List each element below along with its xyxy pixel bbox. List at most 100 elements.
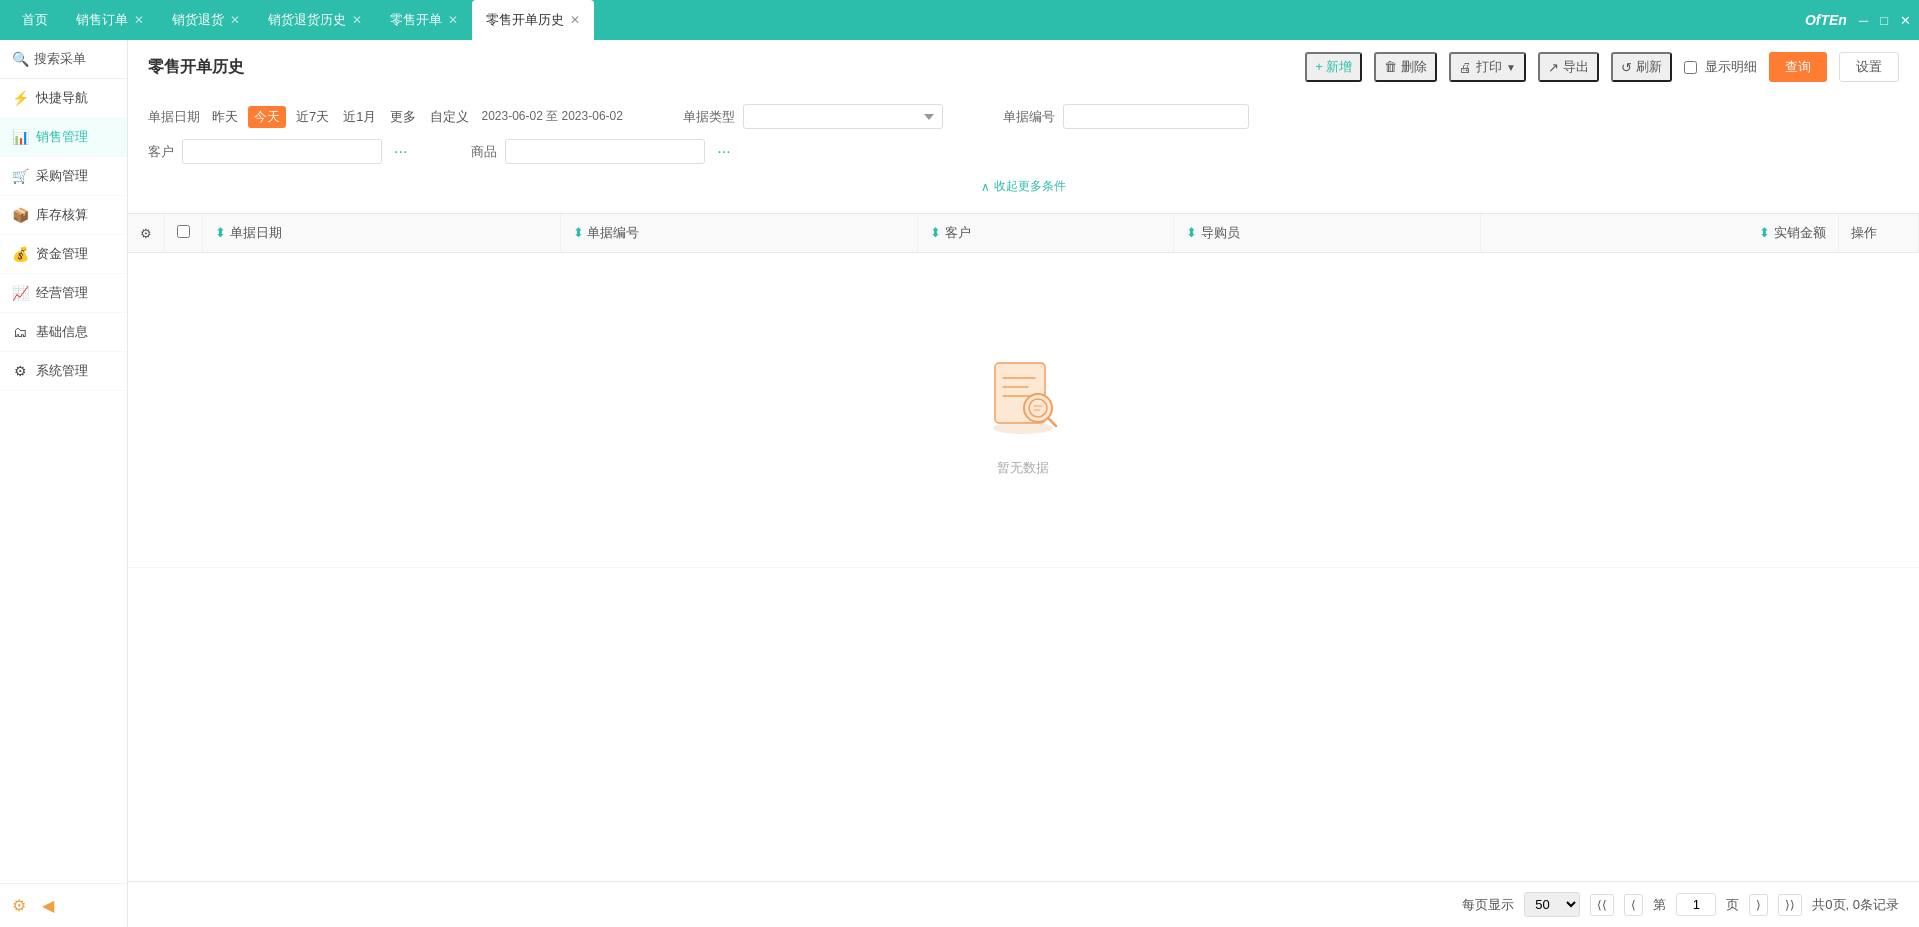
sidebar-item-sales-mgmt[interactable]: 📊 销售管理	[0, 118, 127, 157]
sidebar-search[interactable]: 🔍 搜索采单	[0, 40, 127, 79]
customer-filter-input[interactable]	[182, 139, 382, 164]
sidebar-item-business[interactable]: 📈 经营管理	[0, 274, 127, 313]
sidebar-item-basic-info[interactable]: 🗂 基础信息	[0, 313, 127, 352]
date-filter-label: 单据日期	[148, 108, 200, 126]
product-filter-label: 商品	[471, 143, 497, 161]
next-page-btn[interactable]: ⟩	[1749, 894, 1768, 916]
th-customer[interactable]: ⬍ 客户	[918, 214, 1174, 253]
th-ops-label: 操作	[1851, 225, 1877, 240]
sidebar-item-purchase-mgmt-label: 采购管理	[36, 167, 88, 185]
th-salesperson[interactable]: ⬍ 导购员	[1174, 214, 1481, 253]
date-filter-group: 单据日期 昨天 今天 近7天 近1月 更多 自定义 2023-06-02 至 2…	[148, 106, 623, 128]
tab-sales-order-close[interactable]: ✕	[134, 13, 144, 27]
close-btn[interactable]: ✕	[1900, 13, 1911, 28]
svg-point-0	[993, 422, 1053, 434]
number-filter-group: 单据编号	[1003, 104, 1249, 129]
tab-sales-order[interactable]: 销售订单 ✕	[62, 0, 158, 40]
page-label: 页	[1726, 896, 1739, 914]
number-filter-input[interactable]	[1063, 104, 1249, 129]
sidebar-item-purchase-mgmt[interactable]: 🛒 采购管理	[0, 157, 127, 196]
empty-row: 暂无数据	[128, 253, 1919, 568]
tab-retail-open-label: 零售开单	[390, 11, 442, 29]
date-opt-yesterday[interactable]: 昨天	[208, 106, 242, 128]
pagination-bar: 每页显示 50 10 20 100 ⟨⟨ ⟨ 第 页 ⟩ ⟩⟩ 共0页, 0条记…	[128, 881, 1919, 927]
table-header-row: ⚙ ⬍ 单据日期 ⬍ 单据编号	[128, 214, 1919, 253]
prev-page-btn[interactable]: ⟨	[1624, 894, 1643, 916]
th-date[interactable]: ⬍ 单据日期	[203, 214, 561, 253]
sidebar-item-sys-mgmt-label: 系统管理	[36, 362, 88, 380]
sidebar-settings-icon[interactable]: ⚙	[12, 896, 26, 915]
th-checkbox[interactable]	[165, 214, 203, 253]
print-button[interactable]: 🖨 打印 ▼	[1449, 52, 1526, 82]
tab-retail-open-history-close[interactable]: ✕	[570, 13, 580, 27]
th-amount-icon: ⬍	[1759, 225, 1770, 240]
delete-button[interactable]: 🗑 删除	[1374, 52, 1437, 82]
window-controls: OfTEn ─ □ ✕	[1805, 12, 1911, 28]
date-opt-more[interactable]: 更多	[386, 106, 420, 128]
display-detail-label: 显示明细	[1705, 58, 1757, 76]
sidebar-item-business-label: 经营管理	[36, 284, 88, 302]
maximize-btn[interactable]: □	[1880, 13, 1888, 28]
date-opt-7days[interactable]: 近7天	[292, 106, 333, 128]
tab-sales-return-history[interactable]: 销货退货历史 ✕	[254, 0, 376, 40]
column-settings-icon[interactable]: ⚙	[140, 226, 152, 241]
th-amount-label: 实销金额	[1774, 225, 1826, 240]
th-number[interactable]: ⬍ 单据编号	[560, 214, 918, 253]
date-options: 昨天 今天 近7天 近1月 更多 自定义	[208, 106, 473, 128]
sidebar-item-quick-nav[interactable]: ⚡ 快捷导航	[0, 79, 127, 118]
filter-settings-button[interactable]: 设置	[1839, 52, 1899, 82]
tab-sales-order-label: 销售订单	[76, 11, 128, 29]
tab-retail-open[interactable]: 零售开单 ✕	[376, 0, 472, 40]
new-button[interactable]: + 新增	[1305, 52, 1362, 82]
tab-retail-open-history-label: 零售开单历史	[486, 11, 564, 29]
page-number-input[interactable]	[1676, 893, 1716, 916]
th-number-label: 单据编号	[587, 225, 639, 240]
th-settings[interactable]: ⚙	[128, 214, 165, 253]
query-button[interactable]: 查询	[1769, 52, 1827, 82]
tab-sales-return-close[interactable]: ✕	[230, 13, 240, 27]
export-button[interactable]: ↗ 导出	[1538, 52, 1599, 82]
tab-sales-return[interactable]: 销货退货 ✕	[158, 0, 254, 40]
sidebar-item-sys-mgmt[interactable]: ⚙ 系统管理	[0, 352, 127, 391]
date-opt-today[interactable]: 今天	[248, 106, 286, 128]
export-label: 导出	[1563, 58, 1589, 76]
minimize-btn[interactable]: ─	[1859, 13, 1868, 28]
product-ellipsis-btn[interactable]: ···	[713, 143, 734, 161]
first-page-btn[interactable]: ⟨⟨	[1590, 894, 1614, 916]
type-filter-label: 单据类型	[683, 108, 735, 126]
filter-area: 单据日期 昨天 今天 近7天 近1月 更多 自定义 2023-06-02 至 2…	[148, 94, 1899, 213]
table-wrapper: ⚙ ⬍ 单据日期 ⬍ 单据编号	[128, 214, 1919, 881]
collapse-button[interactable]: ∧ 收起更多条件	[981, 178, 1066, 195]
display-detail-toggle[interactable]: 显示明细	[1684, 58, 1757, 76]
tab-home[interactable]: 首页	[8, 0, 62, 40]
type-filter-select[interactable]	[743, 104, 943, 129]
type-filter-group: 单据类型	[683, 104, 943, 129]
tab-retail-open-close[interactable]: ✕	[448, 13, 458, 27]
export-icon: ↗	[1548, 60, 1559, 75]
th-amount[interactable]: ⬍ 实销金额	[1481, 214, 1839, 253]
refresh-button[interactable]: ↺ 刷新	[1611, 52, 1672, 82]
display-detail-checkbox[interactable]	[1684, 61, 1697, 74]
sidebar-item-inventory-label: 库存核算	[36, 206, 88, 224]
tab-retail-open-history[interactable]: 零售开单历史 ✕	[472, 0, 594, 40]
basic-info-icon: 🗂	[12, 324, 28, 340]
page-size-select[interactable]: 50 10 20 100	[1524, 892, 1580, 917]
sys-mgmt-icon: ⚙	[12, 363, 28, 379]
brand-text: OfTEn	[1805, 12, 1847, 28]
customer-ellipsis-btn[interactable]: ···	[390, 143, 411, 161]
page-size-label: 每页显示	[1462, 896, 1514, 914]
print-dropdown-icon: ▼	[1506, 62, 1516, 73]
date-opt-1month[interactable]: 近1月	[339, 106, 380, 128]
sidebar-item-basic-info-label: 基础信息	[36, 323, 88, 341]
date-opt-custom[interactable]: 自定义	[426, 106, 473, 128]
product-filter-input[interactable]	[505, 139, 705, 164]
last-page-btn[interactable]: ⟩⟩	[1778, 894, 1802, 916]
select-all-checkbox[interactable]	[177, 225, 190, 238]
sidebar-item-finance[interactable]: 💰 资金管理	[0, 235, 127, 274]
tab-sales-return-history-close[interactable]: ✕	[352, 13, 362, 27]
th-date-icon: ⬍	[215, 225, 226, 240]
sidebar-collapse-icon[interactable]: ◀	[42, 896, 54, 915]
refresh-icon: ↺	[1621, 60, 1632, 75]
sidebar-item-inventory[interactable]: 📦 库存核算	[0, 196, 127, 235]
empty-cell: 暂无数据	[128, 253, 1919, 568]
